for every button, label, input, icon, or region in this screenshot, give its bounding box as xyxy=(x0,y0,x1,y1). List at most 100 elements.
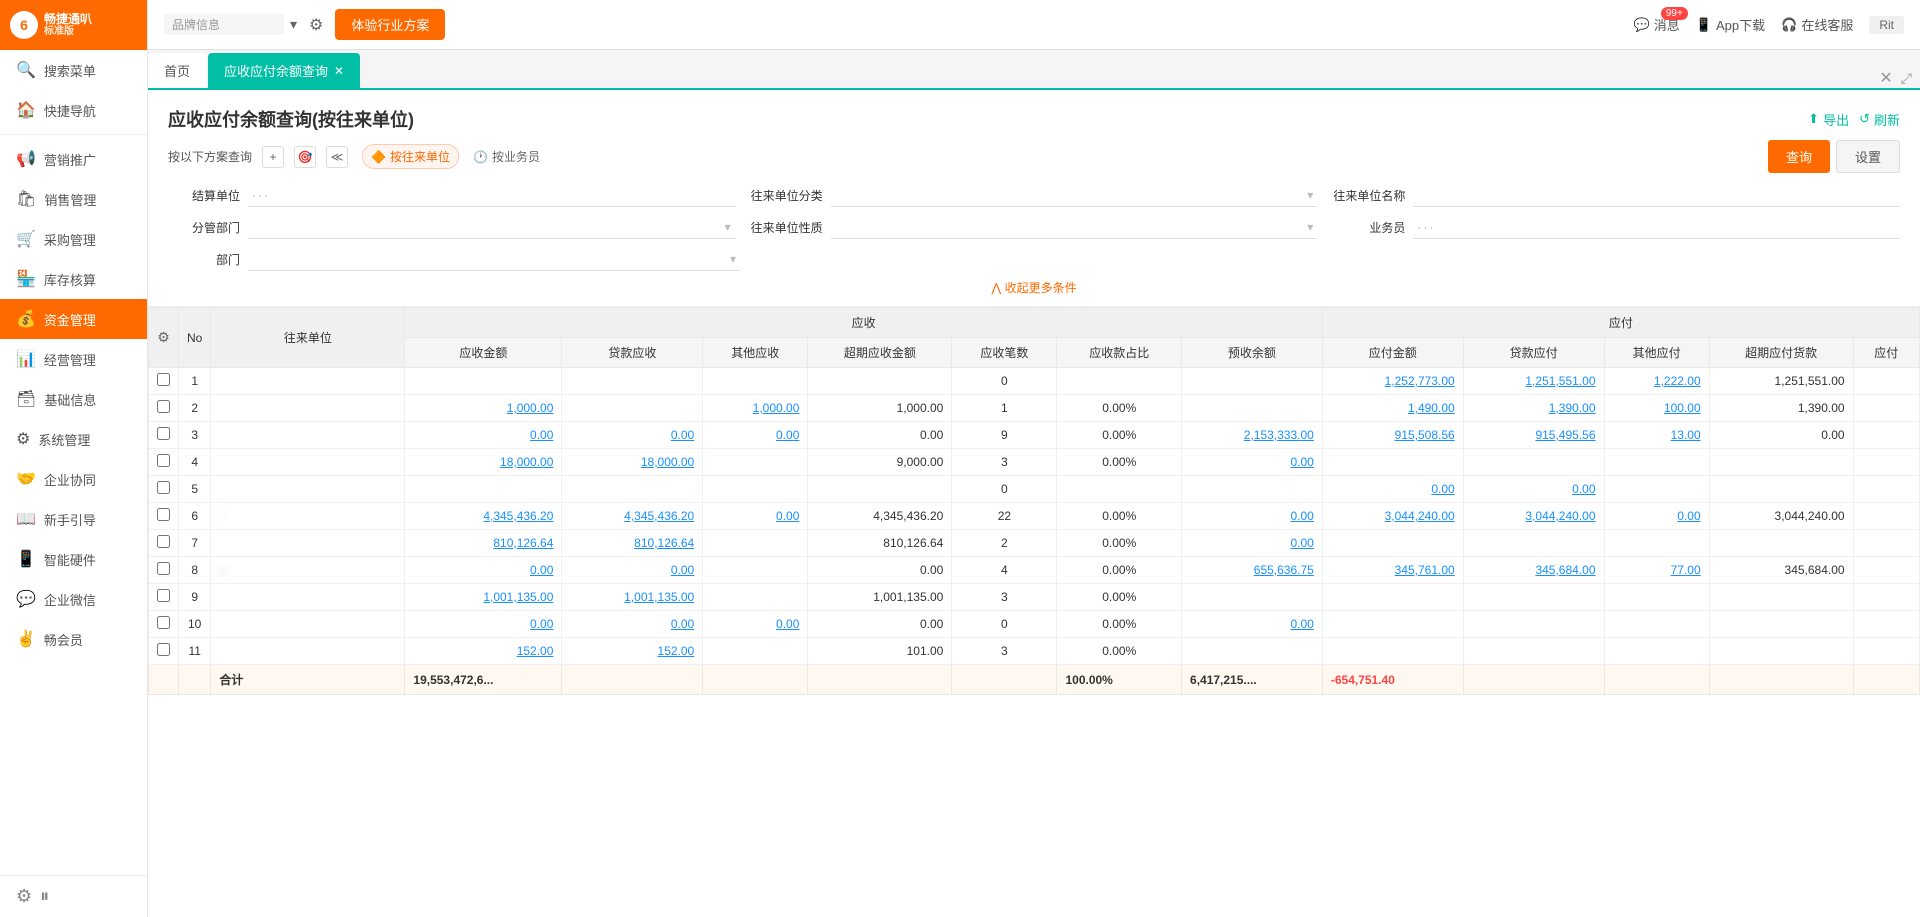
sidebar-item-guide[interactable]: 📖 新手引导 xyxy=(0,499,147,539)
cell-link[interactable]: 0.00 xyxy=(1290,617,1313,631)
window-expand-icon[interactable]: ⤢ xyxy=(1901,70,1912,87)
row-checkbox[interactable] xyxy=(149,503,179,530)
collapse-schema-btn[interactable]: ≪ xyxy=(326,146,348,168)
cell-link[interactable]: 0.00 xyxy=(1572,482,1595,496)
cell-link[interactable]: 1,390.00 xyxy=(1549,401,1596,415)
sidebar-item-quicknav[interactable]: 🏠 快捷导航 xyxy=(0,90,147,130)
cell-link[interactable]: 1,252,773.00 xyxy=(1385,374,1455,388)
cell-link[interactable]: 4,345,436.20 xyxy=(483,509,553,523)
partner-nature-input[interactable]: ▾ xyxy=(831,215,1318,239)
tab-close-icon[interactable]: ✕ xyxy=(334,64,344,78)
add-schema-btn[interactable]: + xyxy=(262,146,284,168)
solution-btn[interactable]: 体验行业方案 xyxy=(335,9,445,40)
cell-link[interactable]: 4,345,436.20 xyxy=(624,509,694,523)
cell-link[interactable]: 0.00 xyxy=(1677,509,1700,523)
settings-btn[interactable]: 设置 xyxy=(1836,140,1900,173)
cell-link[interactable]: 810,126.64 xyxy=(634,536,694,550)
row-checkbox[interactable] xyxy=(149,530,179,557)
cell-link[interactable]: 0.00 xyxy=(530,563,553,577)
cell-link[interactable]: 0.00 xyxy=(776,617,799,631)
cell-link[interactable]: 1,001,135.00 xyxy=(483,590,553,604)
dropdown-icon[interactable]: ▾ xyxy=(290,16,297,33)
row-checkbox[interactable] xyxy=(149,638,179,665)
online-service-btn[interactable]: 🎧 在线客服 xyxy=(1781,15,1853,34)
brand-selector[interactable]: 品牌信息 xyxy=(164,14,284,35)
partner-name-input[interactable] xyxy=(1413,183,1900,207)
row-checkbox[interactable] xyxy=(149,368,179,395)
window-close-icon[interactable]: ✕ xyxy=(1879,68,1892,88)
sidebar-item-purchase[interactable]: 🛒 采购管理 xyxy=(0,219,147,259)
cell-link[interactable]: 345,761.00 xyxy=(1395,563,1455,577)
cell-link[interactable]: 77.00 xyxy=(1671,563,1701,577)
row-checkbox[interactable] xyxy=(149,422,179,449)
cell-link[interactable]: 1,000.00 xyxy=(507,401,554,415)
cell-link[interactable]: 0.00 xyxy=(776,509,799,523)
partner-category-input[interactable]: ▾ xyxy=(831,183,1318,207)
col-gear-icon[interactable]: ⚙ xyxy=(157,329,170,345)
row-checkbox[interactable] xyxy=(149,476,179,503)
user-name[interactable]: Rit xyxy=(1869,16,1904,34)
row-checkbox[interactable] xyxy=(149,557,179,584)
cell-link[interactable]: 915,508.56 xyxy=(1395,428,1455,442)
dept-mgr-input[interactable]: ▾ xyxy=(248,215,735,239)
cell-link[interactable]: 0.00 xyxy=(1290,536,1313,550)
cell-link[interactable]: 915,495.56 xyxy=(1535,428,1595,442)
collapse-footer-icon[interactable]: ⏸ xyxy=(40,886,49,907)
query-btn[interactable]: 查询 xyxy=(1768,140,1830,173)
cell-link[interactable]: 810,126.64 xyxy=(493,536,553,550)
row-checkbox[interactable] xyxy=(149,611,179,638)
sidebar-item-inventory[interactable]: 🏪 库存核算 xyxy=(0,259,147,299)
export-btn[interactable]: ⬆ 导出 xyxy=(1808,110,1849,129)
cell-link[interactable]: 0.00 xyxy=(671,617,694,631)
refresh-btn[interactable]: ↺ 刷新 xyxy=(1859,110,1900,129)
cell-link[interactable]: 1,001,135.00 xyxy=(624,590,694,604)
tab-ar-ap-query[interactable]: 应收应付余额查询 ✕ xyxy=(208,53,360,88)
cell-link[interactable]: 0.00 xyxy=(671,428,694,442)
sidebar-item-marketing[interactable]: 📢 营销推广 xyxy=(0,139,147,179)
cell-link[interactable]: 3,044,240.00 xyxy=(1525,509,1595,523)
sidebar-item-collab[interactable]: 🤝 企业协同 xyxy=(0,459,147,499)
cell-link[interactable]: 152.00 xyxy=(517,644,554,658)
sidebar-item-system[interactable]: ⚙ 系统管理 xyxy=(0,419,147,459)
cell-link[interactable]: 0.00 xyxy=(1431,482,1454,496)
cell-link[interactable]: 0.00 xyxy=(776,428,799,442)
sidebar-item-operation[interactable]: 📊 经营管理 xyxy=(0,339,147,379)
settlement-unit-input[interactable]: ··· xyxy=(248,183,735,207)
collapse-more-btn[interactable]: ⋀ 收起更多条件 xyxy=(168,275,1900,302)
row-checkbox[interactable] xyxy=(149,395,179,422)
cell-link[interactable]: 345,684.00 xyxy=(1535,563,1595,577)
cell-link[interactable]: 2,153,333.00 xyxy=(1244,428,1314,442)
sidebar-item-hardware[interactable]: 📱 智能硬件 xyxy=(0,539,147,579)
row-checkbox[interactable] xyxy=(149,584,179,611)
dept-input[interactable]: ▾ xyxy=(248,247,740,271)
cell-link[interactable]: 1,251,551.00 xyxy=(1525,374,1595,388)
cell-link[interactable]: 13.00 xyxy=(1671,428,1701,442)
tab-home[interactable]: 首页 xyxy=(148,53,206,88)
cell-link[interactable]: 1,490.00 xyxy=(1408,401,1455,415)
app-download-btn[interactable]: 📱 App下载 xyxy=(1696,15,1765,34)
topbar-gear-icon[interactable]: ⚙ xyxy=(309,15,323,35)
cell-link[interactable]: 655,636.75 xyxy=(1254,563,1314,577)
cell-link[interactable]: 3,044,240.00 xyxy=(1385,509,1455,523)
schema-by-salesperson[interactable]: 🕐 按业务员 xyxy=(465,144,548,169)
cell-link[interactable]: 0.00 xyxy=(530,617,553,631)
salesperson-input[interactable]: ··· xyxy=(1413,215,1900,239)
target-schema-btn[interactable]: 🎯 xyxy=(294,146,316,168)
notifications-btn[interactable]: 💬 消息 99+ xyxy=(1634,15,1680,34)
cell-link[interactable]: 0.00 xyxy=(1290,455,1313,469)
row-checkbox[interactable] xyxy=(149,449,179,476)
cell-link[interactable]: 152.00 xyxy=(658,644,695,658)
schema-by-partner[interactable]: 🔶 按往来单位 xyxy=(362,144,459,169)
cell-link[interactable]: 18,000.00 xyxy=(641,455,694,469)
sidebar-item-sales[interactable]: 🛍 销售管理 xyxy=(0,179,147,219)
cell-link[interactable]: 0.00 xyxy=(530,428,553,442)
sidebar-item-wechat[interactable]: 💬 企业微信 xyxy=(0,579,147,619)
cell-link[interactable]: 100.00 xyxy=(1664,401,1701,415)
cell-link[interactable]: 18,000.00 xyxy=(500,455,553,469)
cell-link[interactable]: 0.00 xyxy=(671,563,694,577)
col-settings[interactable]: ⚙ xyxy=(149,308,179,368)
settings-footer-icon[interactable]: ⚙ xyxy=(16,886,32,907)
cell-link[interactable]: 1,000.00 xyxy=(753,401,800,415)
sidebar-item-member[interactable]: ✌ 畅会员 xyxy=(0,619,147,659)
sidebar-item-search[interactable]: 🔍 搜索菜单 xyxy=(0,50,147,90)
